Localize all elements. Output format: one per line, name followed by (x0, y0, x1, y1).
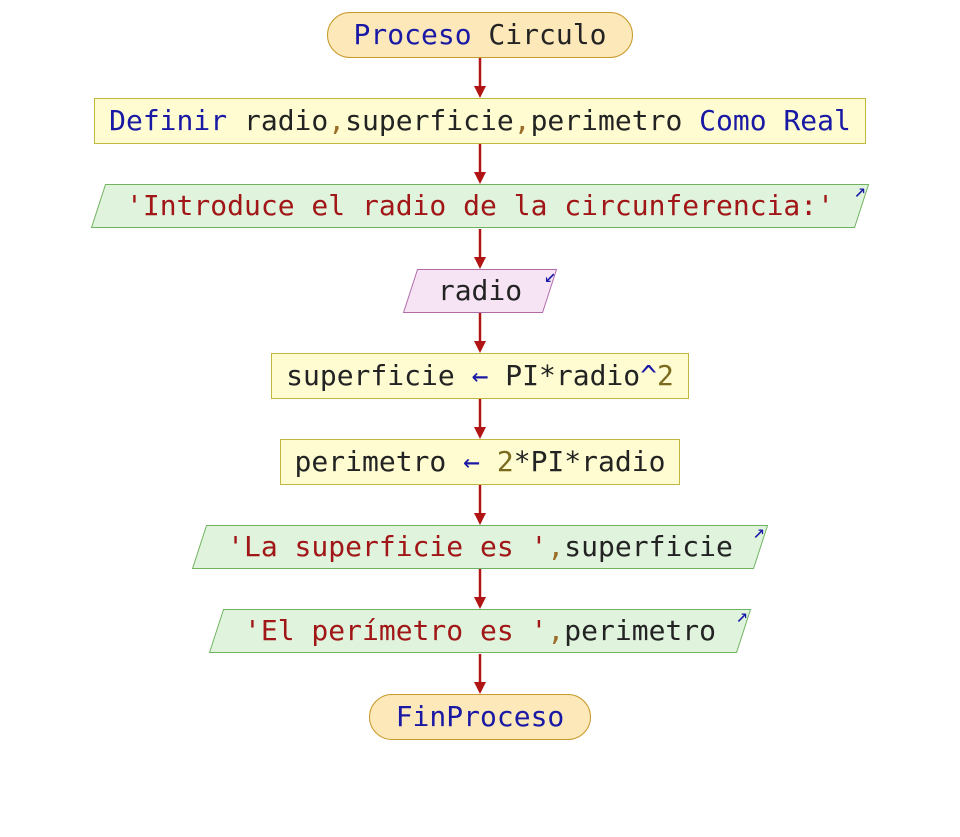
keyword-como-real: Como Real (699, 104, 851, 137)
var-radio: radio (556, 359, 640, 392)
string-literal: 'La superficie es ' (227, 530, 547, 563)
terminal-start: Proceso Circulo (327, 12, 634, 58)
flow-arrow (464, 399, 496, 439)
op-mul: * (564, 445, 581, 478)
string-literal: 'Introduce el radio de la circunferencia… (126, 189, 834, 222)
string-literal: 'El perímetro es ' (244, 614, 547, 647)
flow-arrow (464, 144, 496, 184)
const-pi: PI (531, 445, 565, 478)
num-2: 2 (497, 445, 514, 478)
lhs: superficie (286, 359, 455, 392)
const-pi: PI (505, 359, 539, 392)
process-define: Definir radio,superficie,perimetro Como … (94, 98, 866, 144)
output-arrow-icon: ↗ (753, 519, 765, 543)
op-mul: * (514, 445, 531, 478)
out-var: superficie (564, 530, 733, 563)
terminal-end: FinProceso (369, 694, 592, 740)
assign-arrow: ← (472, 359, 489, 392)
process-assign-perimetro: perimetro ← 2*PI*radio (280, 439, 681, 485)
comma: , (547, 614, 564, 647)
output-arrow-icon: ↗ (736, 603, 748, 627)
op-pow: ^ (640, 359, 657, 392)
keyword-finproceso: FinProceso (396, 700, 565, 733)
var-radio: radio (244, 104, 328, 137)
io-output-perimetro: ↗ 'El perímetro es ',perimetro (216, 609, 744, 653)
keyword-proceso: Proceso (354, 18, 472, 51)
flow-arrow (464, 569, 496, 609)
input-arrow-icon: ↙ (544, 263, 556, 287)
flow-arrow (464, 58, 496, 98)
assign-arrow: ← (463, 445, 480, 478)
var-radio: radio (581, 445, 665, 478)
flow-arrow (464, 313, 496, 353)
var-perimetro: perimetro (531, 104, 683, 137)
flow-arrow (464, 485, 496, 525)
op-mul: * (539, 359, 556, 392)
flow-arrow (464, 654, 496, 694)
process-assign-superficie: superficie ← PI*radio^2 (271, 353, 689, 399)
var-superficie: superficie (345, 104, 514, 137)
comma: , (328, 104, 345, 137)
comma: , (547, 530, 564, 563)
flow-arrow (464, 229, 496, 269)
lhs: perimetro (295, 445, 447, 478)
num-2: 2 (657, 359, 674, 392)
io-input-radio: ↙ radio (410, 269, 550, 313)
process-name: Circulo (488, 18, 606, 51)
output-arrow-icon: ↗ (854, 178, 866, 202)
io-output-prompt: ↗ 'Introduce el radio de la circunferenc… (98, 184, 862, 228)
keyword-definir: Definir (109, 104, 227, 137)
read-var: radio (438, 274, 522, 307)
comma: , (514, 104, 531, 137)
out-var: perimetro (564, 614, 716, 647)
io-output-superficie: ↗ 'La superficie es ',superficie (199, 525, 761, 569)
